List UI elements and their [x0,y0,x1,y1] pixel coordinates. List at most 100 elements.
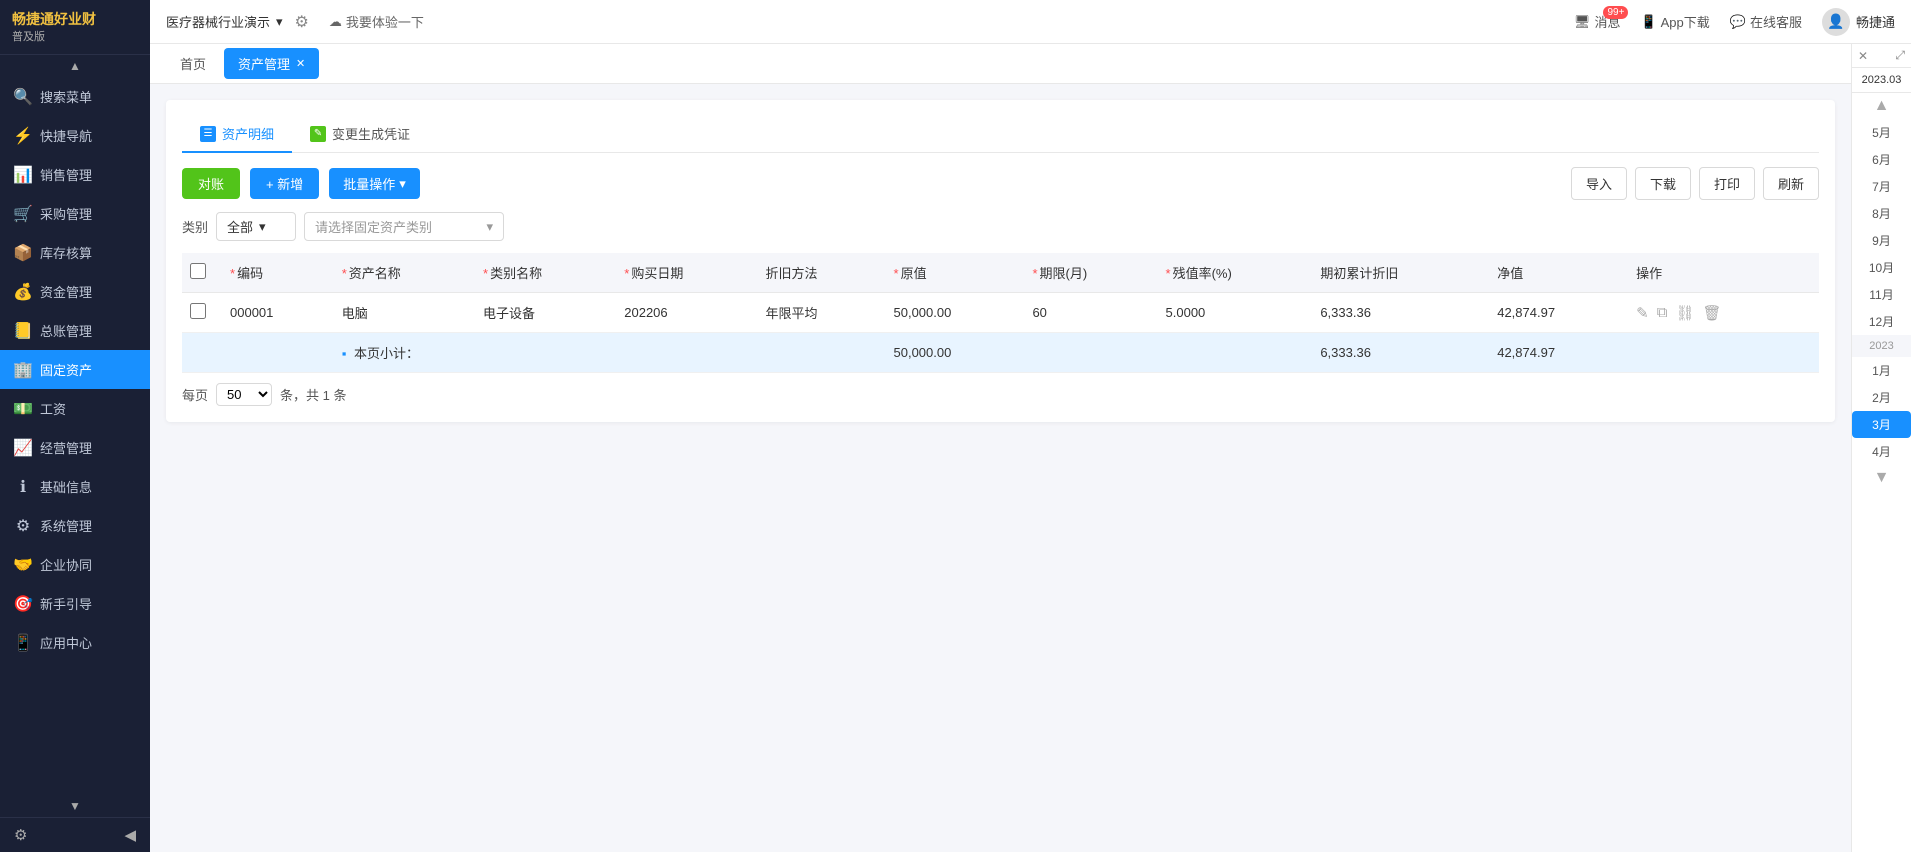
sidebar-item-ledger-label: 总账管理 [40,321,92,340]
sidebar-item-sales[interactable]: 📊 销售管理 [0,155,150,194]
print-button[interactable]: 打印 [1699,167,1755,200]
cal-month-12[interactable]: 12月 [1852,308,1911,335]
calendar-down-btn[interactable]: ▼ [1852,465,1911,491]
cal-month-3[interactable]: 3月 [1852,411,1911,438]
topbar-right: 🖥 消息 99+ 📱 App下载 💬 在线客服 👤 畅捷通 [1574,8,1895,36]
sidebar-item-business-mgmt[interactable]: 📈 经营管理 [0,428,150,467]
subtotal-initial-accumulated: 6,333.36 [1312,333,1489,373]
fixed-assets-icon: 🏢 [14,361,32,379]
app-download-action[interactable]: 📱 App下载 [1640,12,1709,31]
sidebar-scroll-up[interactable]: ▲ [0,55,150,77]
link-icon[interactable]: ⛓ [1675,304,1694,322]
sidebar-item-system-mgmt[interactable]: ⚙ 系统管理 [0,506,150,545]
subtotal-period [1024,333,1157,373]
sidebar-bottom: ⚙ ◀ [0,817,150,852]
tab-home[interactable]: 首页 [166,48,220,79]
company-selector[interactable]: 医疗器械行业演示 ▾ [166,12,283,31]
cal-month-11[interactable]: 11月 [1852,281,1911,308]
cal-month-7[interactable]: 7月 [1852,173,1911,200]
sidebar-item-guide[interactable]: 🎯 新手引导 [0,584,150,623]
cal-month-1[interactable]: 1月 [1852,357,1911,384]
download-button[interactable]: 下载 [1635,167,1691,200]
select-all-checkbox[interactable] [190,263,206,279]
tab-asset-label: 资产管理 [238,54,290,73]
category-type-chevron: ▾ [259,219,266,235]
copy-icon[interactable]: ⧉ [1657,304,1668,321]
topbar-settings-icon[interactable]: ⚙ [295,12,309,32]
batch-button[interactable]: 批量操作 ▾ [329,168,420,199]
asset-detail-icon: ☰ [200,126,216,142]
category-type-select[interactable]: 全部 ▾ [216,212,296,241]
cal-month-2[interactable]: 2月 [1852,384,1911,411]
row-checkbox[interactable] [190,303,206,319]
sidebar-item-quick-nav[interactable]: ⚡ 快捷导航 [0,116,150,155]
system-mgmt-icon: ⚙ [14,517,32,535]
experience-label: 我要体验一下 [346,12,424,31]
sidebar-item-ledger[interactable]: 📒 总账管理 [0,311,150,350]
page-main: 首页 资产管理 ✕ ☰ 资产明细 ✎ [150,44,1851,852]
th-original-value: *原值 [886,253,1025,293]
page-tabs: 首页 资产管理 ✕ [150,44,1851,84]
batch-chevron-icon: ▾ [399,176,406,192]
sidebar-item-inventory[interactable]: 📦 库存核算 [0,233,150,272]
sidebar-item-basic-info[interactable]: ℹ 基础信息 [0,467,150,506]
sidebar-scroll-down[interactable]: ▼ [0,795,150,817]
calendar-up-btn[interactable]: ▲ [1852,93,1911,119]
category-value-select[interactable]: 请选择固定资产类别 ▾ [304,212,504,241]
sidebar-item-app-center-label: 应用中心 [40,633,92,652]
sidebar-item-fund[interactable]: 💰 资金管理 [0,272,150,311]
user-menu[interactable]: 👤 畅捷通 [1822,8,1895,36]
cal-month-6[interactable]: 6月 [1852,146,1911,173]
th-net-value: 净值 [1489,253,1628,293]
sidebar-item-basic-info-label: 基础信息 [40,477,92,496]
sidebar-item-payroll-label: 工资 [40,399,66,418]
export-button[interactable]: 导入 [1571,167,1627,200]
reconcile-button[interactable]: 对账 [182,168,240,199]
th-code: *编码 [222,253,334,293]
enterprise-icon: 🤝 [14,556,32,574]
cal-month-9[interactable]: 9月 [1852,227,1911,254]
sidebar-item-business-mgmt-label: 经营管理 [40,438,92,457]
sidebar-item-search[interactable]: 🔍 搜索菜单 [0,77,150,116]
sidebar-item-enterprise-label: 企业协同 [40,555,92,574]
delete-icon[interactable]: 🗑 [1703,304,1722,322]
sidebar-item-search-label: 搜索菜单 [40,87,92,106]
per-page-select[interactable]: 50 10 20 100 [216,383,272,406]
new-button[interactable]: + 新增 [250,168,319,199]
online-service-action[interactable]: 💬 在线客服 [1730,12,1802,31]
experience-button[interactable]: ☁ 我要体验一下 [329,12,424,31]
sub-tab-asset-detail[interactable]: ☰ 资产明细 [182,116,292,153]
sidebar-item-app-center[interactable]: 📱 应用中心 [0,623,150,662]
sidebar-item-enterprise[interactable]: 🤝 企业协同 [0,545,150,584]
cal-month-5[interactable]: 5月 [1852,119,1911,146]
cal-month-8[interactable]: 8月 [1852,200,1911,227]
sidebar-item-purchase[interactable]: 🛒 采购管理 [0,194,150,233]
cal-month-4[interactable]: 4月 [1852,438,1911,465]
tab-asset-management[interactable]: 资产管理 ✕ [224,48,319,79]
sub-tab-change-voucher[interactable]: ✎ 变更生成凭证 [292,116,428,153]
inventory-icon: 📦 [14,244,32,262]
collapse-icon[interactable]: ◀ [124,826,136,844]
category-value-placeholder: 请选择固定资产类别 [315,217,432,236]
sidebar-item-fund-label: 资金管理 [40,282,92,301]
settings-icon[interactable]: ⚙ [14,826,27,844]
cal-month-10[interactable]: 10月 [1852,254,1911,281]
sidebar-item-payroll[interactable]: 💵 工资 [0,389,150,428]
guide-icon: 🎯 [14,595,32,613]
row-initial-accumulated: 6,333.36 [1312,293,1489,333]
calendar-expand-btn[interactable]: ⤢ [1895,48,1905,63]
main-card: ☰ 资产明细 ✎ 变更生成凭证 对账 + 新增 批量操作 [166,100,1835,422]
sidebar-item-fixed-assets[interactable]: 🏢 固定资产 [0,350,150,389]
batch-label: 批量操作 [343,174,395,193]
toolbar: 对账 + 新增 批量操作 ▾ 导入 下载 打印 刷新 [182,167,1819,200]
sidebar-item-sales-label: 销售管理 [40,165,92,184]
app-center-icon: 📱 [14,634,32,652]
app-name: 畅捷通好业财 [12,10,96,28]
refresh-button[interactable]: 刷新 [1763,167,1819,200]
table-row: 000001 电脑 电子设备 202206 年限平均 50,000.00 60 … [182,293,1819,333]
message-action[interactable]: 🖥 消息 99+ [1574,12,1621,31]
calendar-close-btn[interactable]: ✕ [1858,49,1868,63]
tab-close-icon[interactable]: ✕ [296,57,305,70]
sidebar-item-quick-nav-label: 快捷导航 [40,126,92,145]
edit-icon[interactable]: ✎ [1636,304,1649,322]
